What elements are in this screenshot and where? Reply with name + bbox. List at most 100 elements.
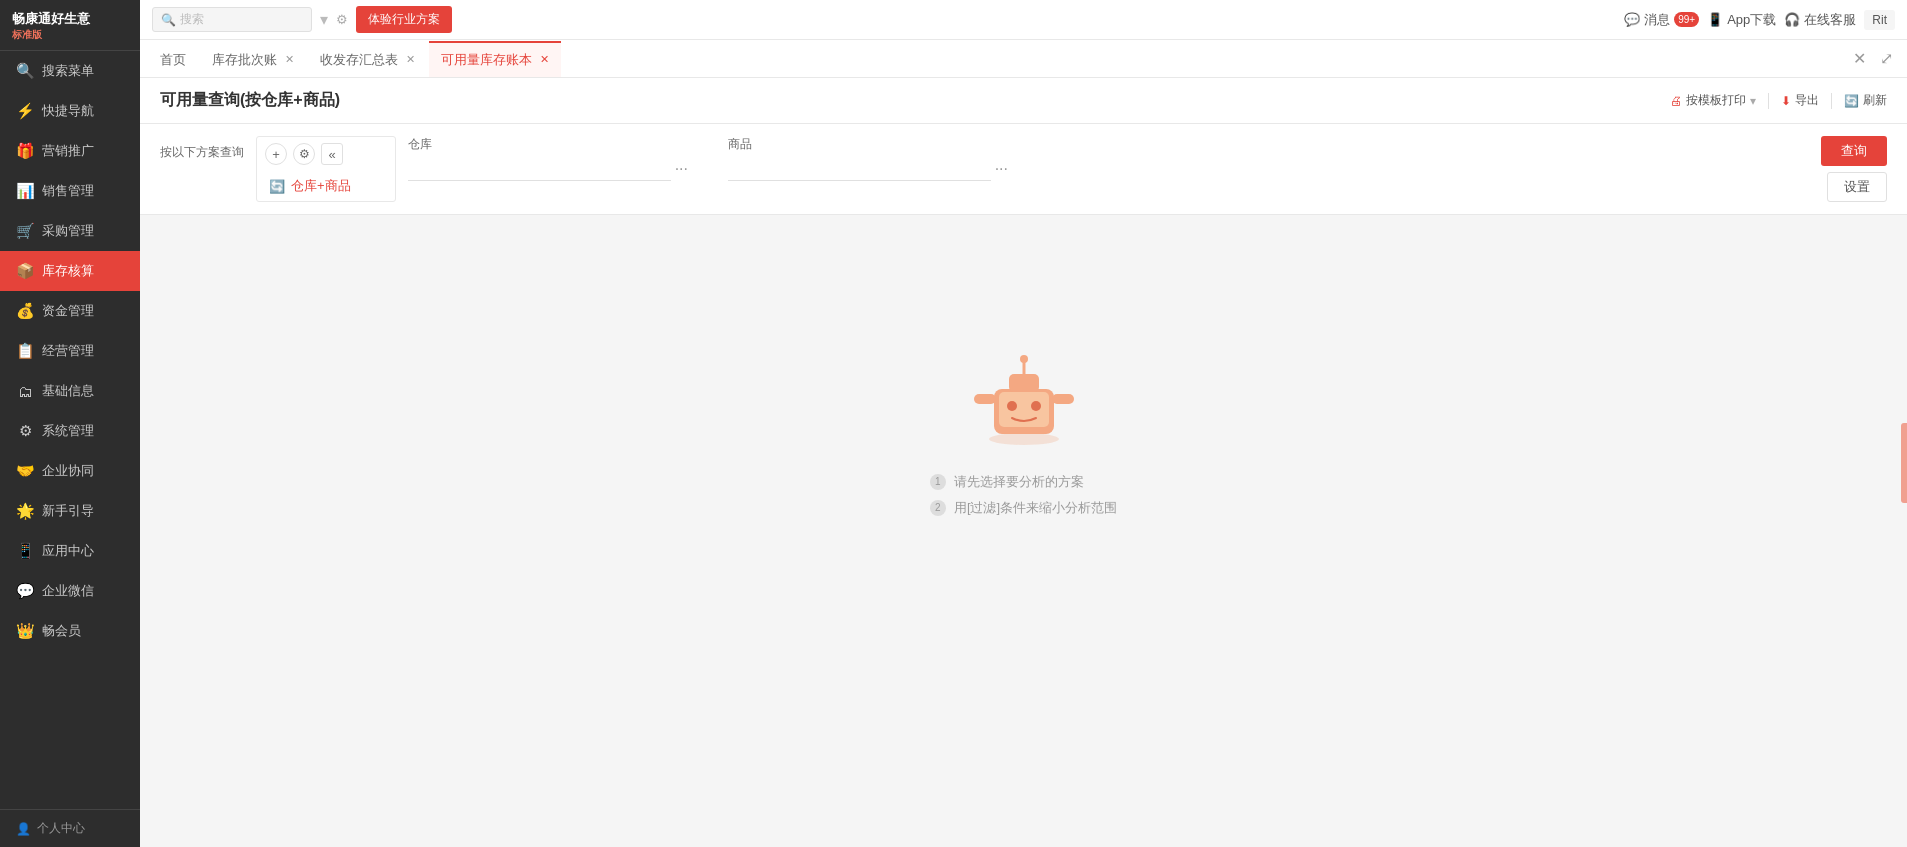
sidebar-item-label: 快捷导航 [42,102,94,120]
tab-batch-ledger[interactable]: 库存批次账 ✕ [200,41,306,77]
online-service-label: 在线客服 [1804,11,1856,29]
message-icon: 💬 [1624,12,1640,27]
filter-field-product: 商品 ··· [728,136,1008,181]
query-button[interactable]: 查询 [1821,136,1887,166]
sidebar-item-operations[interactable]: 📋 经营管理 [0,331,140,371]
warehouse-more-btn[interactable]: ··· [675,160,688,178]
search-dropdown-icon[interactable]: ▾ [320,10,328,29]
page-content: 可用量查询(按仓库+商品) 🖨 按模板打印 ▾ ⬇ 导出 🔄 刷新 [140,78,1907,847]
svg-rect-5 [1009,374,1039,392]
box-icon: 📦 [16,262,34,280]
online-service-btn[interactable]: 🎧 在线客服 [1784,11,1856,29]
gift-icon: 🎁 [16,142,34,160]
warehouse-input[interactable] [408,157,671,181]
empty-tip-1: 1 请先选择要分析的方案 [930,473,1117,491]
refresh-icon: 🔄 [1844,94,1859,108]
scheme-icon: 🔄 [269,179,285,194]
tab-inventory-summary-label: 收发存汇总表 [320,51,398,69]
sidebar-logo-edition: 标准版 [12,28,128,42]
sidebar-item-system[interactable]: ⚙ 系统管理 [0,411,140,451]
product-input[interactable] [728,157,991,181]
sidebar-item-basic-info[interactable]: 🗂 基础信息 [0,371,140,411]
phone-icon: 📱 [16,542,34,560]
sidebar-item-inventory[interactable]: 📦 库存核算 [0,251,140,291]
settings-icon[interactable]: ⚙ [336,12,348,27]
scheme-warehouse-product[interactable]: 🔄 仓库+商品 [257,171,395,201]
scheme-settings-btn[interactable]: ⚙ [293,143,315,165]
sidebar-item-label: 应用中心 [42,542,94,560]
tab-inventory-summary[interactable]: 收发存汇总表 ✕ [308,41,427,77]
divider-2 [1831,93,1832,109]
crown-icon: 👑 [16,622,34,640]
messages-btn[interactable]: 💬 消息 99+ [1624,11,1699,29]
scheme-add-btn[interactable]: + [265,143,287,165]
sidebar-item-label: 企业协同 [42,462,94,480]
empty-tip-2: 2 用[过滤]条件来缩小分析范围 [930,499,1117,517]
svg-point-7 [1020,355,1028,363]
topbar-search[interactable]: 🔍 搜索 [152,7,312,32]
lightning-icon: ⚡ [16,102,34,120]
filter-field-warehouse: 仓库 ··· [408,136,688,181]
svg-rect-8 [974,394,996,404]
print-icon: 🖨 [1670,94,1682,108]
scheme-actions: + ⚙ « [257,137,395,171]
print-dropdown-icon[interactable]: ▾ [1750,94,1756,108]
divider-1 [1768,93,1769,109]
tab-close-window[interactable]: ✕ [1847,49,1872,68]
refresh-label: 刷新 [1863,92,1887,109]
tip-text-2: 用[过滤]条件来缩小分析范围 [954,499,1117,517]
sidebar-item-enterprise[interactable]: 🤝 企业协同 [0,451,140,491]
export-label: 导出 [1795,92,1819,109]
sidebar-item-wechat[interactable]: 💬 企业微信 [0,571,140,611]
app-download-btn[interactable]: 📱 App下载 [1707,11,1776,29]
industry-btn[interactable]: 体验行业方案 [356,6,452,33]
wechat-icon: 💬 [16,582,34,600]
sidebar-item-marketing[interactable]: 🎁 营销推广 [0,131,140,171]
sidebar-item-finance[interactable]: 💰 资金管理 [0,291,140,331]
empty-illustration [964,334,1084,457]
tabs-bar: 首页 库存批次账 ✕ 收发存汇总表 ✕ 可用量库存账本 ✕ ✕ ⤢ [140,40,1907,78]
cart-icon: 🛒 [16,222,34,240]
scheme-collapse-btn[interactable]: « [321,143,343,165]
sidebar-logo: 畅康通好生意 标准版 [0,0,140,51]
print-btn[interactable]: 🖨 按模板打印 ▾ [1670,92,1756,109]
warehouse-input-row: ··· [408,157,688,181]
sidebar-item-purchase[interactable]: 🛒 采购管理 [0,211,140,251]
sidebar-item-newcomer[interactable]: 🌟 新手引导 [0,491,140,531]
sidebar-item-shortcut[interactable]: ⚡ 快捷导航 [0,91,140,131]
sidebar-item-app-center[interactable]: 📱 应用中心 [0,531,140,571]
messages-label: 消息 [1644,11,1670,29]
tab-available-qty-close[interactable]: ✕ [540,53,549,66]
tab-batch-ledger-close[interactable]: ✕ [285,53,294,66]
svg-point-0 [989,433,1059,445]
product-more-btn[interactable]: ··· [995,160,1008,178]
user-icon: 👤 [16,822,31,836]
refresh-btn[interactable]: 🔄 刷新 [1844,92,1887,109]
sidebar-item-sales[interactable]: 📊 销售管理 [0,171,140,211]
filter-area: 按以下方案查询 + ⚙ « 🔄 仓库+商品 仓库 [140,124,1907,215]
product-input-row: ··· [728,157,1008,181]
tab-available-qty[interactable]: 可用量库存账本 ✕ [429,41,561,77]
export-btn[interactable]: ⬇ 导出 [1781,92,1819,109]
filter-scheme-panel: + ⚙ « 🔄 仓库+商品 [256,136,396,202]
scheme-label: 仓库+商品 [291,177,351,195]
settings-button[interactable]: 设置 [1827,172,1887,202]
empty-state: 1 请先选择要分析的方案 2 用[过滤]条件来缩小分析范围 [140,215,1907,635]
sidebar-item-search[interactable]: 🔍 搜索菜单 [0,51,140,91]
svg-rect-9 [1052,394,1074,404]
phone-icon: 📱 [1707,12,1723,27]
tab-inventory-summary-close[interactable]: ✕ [406,53,415,66]
handshake-icon: 🤝 [16,462,34,480]
main-area: 🔍 搜索 ▾ ⚙ 体验行业方案 💬 消息 99+ 📱 App下载 🎧 在线客服 … [140,0,1907,847]
tab-home[interactable]: 首页 [148,41,198,77]
topbar-user[interactable]: Rit [1864,10,1895,30]
sidebar-item-label: 企业微信 [42,582,94,600]
export-icon: ⬇ [1781,94,1791,108]
tab-expand-window[interactable]: ⤢ [1874,49,1899,68]
search-icon: 🔍 [161,13,176,27]
sidebar-item-member[interactable]: 👑 畅会员 [0,611,140,651]
tip-text-1: 请先选择要分析的方案 [954,473,1084,491]
sidebar-bottom[interactable]: 👤 个人中心 [0,809,140,847]
sidebar: 畅康通好生意 标准版 🔍 搜索菜单 ⚡ 快捷导航 🎁 营销推广 📊 销售管理 🛒… [0,0,140,847]
messages-badge: 99+ [1674,12,1699,27]
